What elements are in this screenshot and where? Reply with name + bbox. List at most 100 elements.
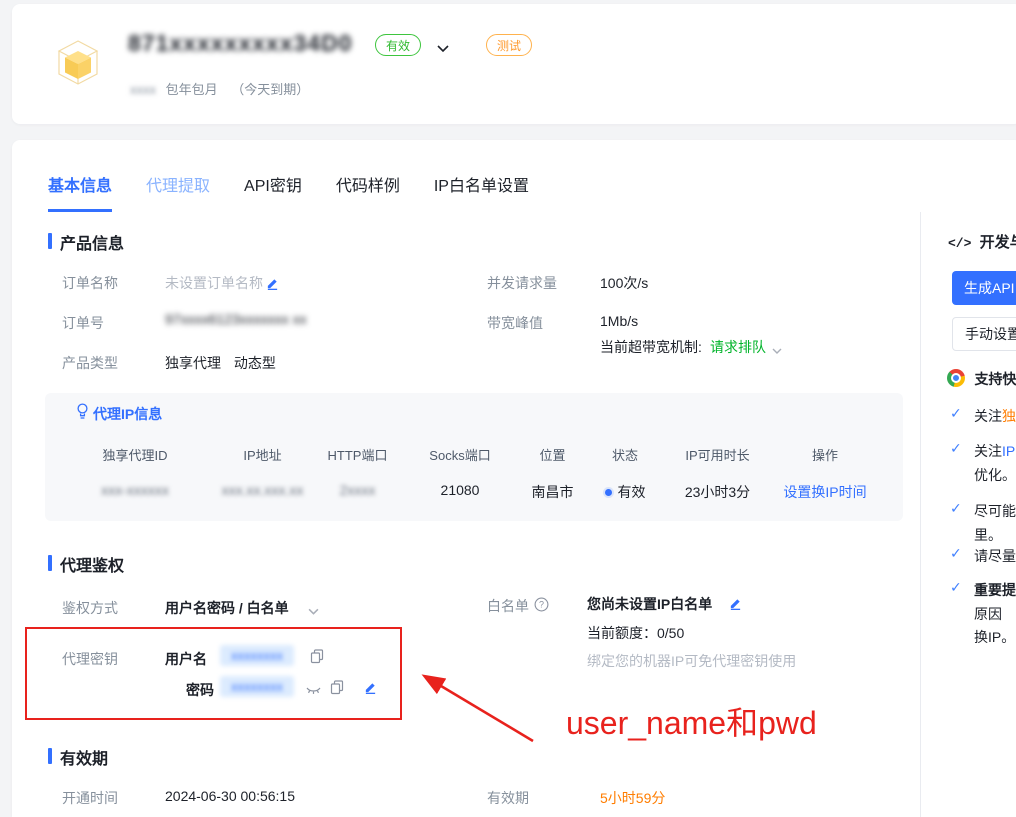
tip-link[interactable]: IP — [1002, 443, 1015, 459]
bulb-icon — [76, 403, 89, 421]
validity-title: 有效期 — [60, 745, 108, 769]
whitelist-help-icon[interactable]: ? — [534, 596, 549, 614]
auth-method-label: 鉴权方式 — [62, 598, 118, 618]
col-location: 位置 — [520, 445, 585, 464]
plan-type: 包年包月 — [166, 82, 218, 97]
col-duration: IP可用时长 — [665, 445, 770, 464]
cell-duration: 23小时3分 — [665, 482, 770, 502]
col-ip: IP地址 — [210, 445, 315, 464]
order-name-label: 订单名称 — [62, 273, 118, 293]
set-ip-rotate-time-link[interactable]: 设置换IP时间 — [770, 482, 880, 502]
check-icon: ✓ — [950, 545, 962, 562]
expiry-note: （今天到期） — [231, 82, 309, 97]
mechanism-value[interactable]: 请求排队 — [710, 337, 766, 357]
tab-ip-whitelist[interactable]: IP白名单设置 — [434, 172, 529, 212]
tip-text: 原因 — [974, 604, 1002, 624]
sidebar-title-text: 开发与 — [980, 234, 1016, 251]
chrome-icon — [947, 369, 965, 387]
auth-title: 代理鉴权 — [60, 552, 124, 576]
status-badge: 有效 — [375, 34, 421, 56]
order-no-label: 订单号 — [62, 313, 104, 333]
support-row: 支持快 — [947, 369, 1016, 392]
tab-bar: 基本信息 代理提取 API密钥 代码样例 IP白名单设置 — [48, 172, 529, 212]
tab-api-key[interactable]: API密钥 — [244, 172, 302, 212]
concurrency-value: 100次/s — [600, 273, 648, 293]
mechanism-chevron-icon[interactable] — [772, 342, 782, 360]
period-value: 5小时59分 — [600, 788, 665, 808]
edit-whitelist-icon[interactable] — [729, 595, 742, 613]
cell-socks-port: 21080 — [400, 482, 520, 502]
tip-link[interactable]: 换IP。 — [974, 627, 1015, 647]
check-icon: ✓ — [950, 440, 962, 457]
tab-basic-info[interactable]: 基本信息 — [48, 172, 112, 212]
order-no-value: 97xxxx6123xxxxxxx xx — [165, 311, 307, 327]
tip-text: 关注 — [974, 408, 1002, 424]
section-bar — [48, 233, 52, 249]
whitelist-quota: 当前额度：0/50 — [587, 623, 684, 643]
auth-method-chevron-icon[interactable] — [308, 603, 319, 621]
sidebar-divider — [920, 212, 921, 817]
tip-text: 里。 — [974, 525, 1002, 545]
tip-item: 关注IP — [974, 441, 1015, 461]
tab-proxy-extract[interactable]: 代理提取 — [146, 172, 210, 212]
period-label: 有效期 — [487, 788, 529, 808]
whitelist-note: 绑定您的机器IP可免代理密钥使用 — [587, 651, 796, 671]
code-icon: </> — [948, 236, 971, 251]
tip-text: 请尽量 — [974, 546, 1016, 566]
sidebar-title: </> 开发与 — [948, 231, 1016, 252]
tip-text: 尽可能 — [974, 501, 1016, 521]
proxy-ip-table-row: xxx-xxxxxx xxx.xx.xxx.xx 2xxxx 21080 南昌市… — [60, 482, 880, 502]
tip-text: 重要提 — [974, 580, 1016, 600]
plan-prefix: xxxx — [130, 82, 156, 97]
concurrency-label: 并发请求量 — [487, 273, 557, 293]
manual-setup-button[interactable]: 手动设置 — [952, 317, 1016, 351]
chevron-down-icon[interactable] — [436, 40, 450, 58]
cell-ip: xxx.xx.xxx.xx — [210, 482, 315, 502]
annotation-arrow — [408, 663, 548, 755]
col-status: 状态 — [585, 445, 665, 464]
col-http-port: HTTP端口 — [315, 445, 400, 464]
tip-item: 关注独 — [974, 406, 1016, 426]
cell-proxy-id: xxx-xxxxxx — [60, 482, 210, 502]
section-bar — [48, 748, 52, 764]
edit-order-name-icon[interactable] — [266, 275, 279, 293]
section-bar — [48, 555, 52, 571]
status-dot-icon — [605, 489, 612, 496]
bandwidth-value: 1Mb/s — [600, 313, 638, 329]
annotation-highlight-box — [25, 627, 402, 720]
tip-text: 关注 — [974, 443, 1002, 459]
tip-link[interactable]: 独 — [1002, 408, 1016, 424]
mechanism-label: 当前超带宽机制: — [600, 337, 702, 357]
cell-status: 有效 — [585, 482, 665, 502]
check-icon: ✓ — [950, 500, 962, 517]
check-icon: ✓ — [950, 579, 962, 596]
support-text: 支持快 — [974, 371, 1016, 387]
col-proxy-id: 独享代理ID — [60, 445, 210, 464]
svg-text:?: ? — [539, 600, 544, 610]
test-badge: 测试 — [486, 34, 532, 56]
tab-code-sample[interactable]: 代码样例 — [336, 172, 400, 212]
open-time-label: 开通时间 — [62, 788, 118, 808]
open-time-value: 2024-06-30 00:56:15 — [165, 788, 295, 804]
whitelist-label: 白名单 — [487, 596, 529, 616]
product-header-card — [12, 4, 1016, 124]
bandwidth-label: 带宽峰值 — [487, 313, 543, 333]
product-type-label: 产品类型 — [62, 353, 118, 373]
product-subtitle: xxxx 包年包月 （今天到期） — [130, 79, 309, 98]
order-name-value: 未设置订单名称 — [165, 273, 263, 293]
product-type-value: 独享代理 动态型 — [165, 353, 276, 373]
product-cube-icon — [50, 36, 106, 92]
col-action: 操作 — [770, 445, 880, 464]
auth-method-value[interactable]: 用户名密码 / 白名单 — [165, 598, 289, 618]
generate-api-button[interactable]: 生成API — [952, 271, 1016, 305]
product-type-sub: 动态型 — [234, 355, 276, 371]
status-text: 有效 — [618, 484, 646, 500]
page-root: 871xxxxxxxxx34D0 有效 测试 xxxx 包年包月 （今天到期） … — [0, 0, 1016, 817]
proxy-ip-table-header: 独享代理ID IP地址 HTTP端口 Socks端口 位置 状态 IP可用时长 … — [60, 445, 880, 464]
col-socks-port: Socks端口 — [400, 445, 520, 464]
product-type-main: 独享代理 — [165, 355, 221, 371]
whitelist-value: 您尚未设置IP白名单 — [587, 594, 712, 614]
annotation-text: user_name和pwd — [566, 698, 817, 744]
cell-location: 南昌市 — [520, 482, 585, 502]
cell-http-port: 2xxxx — [315, 482, 400, 502]
